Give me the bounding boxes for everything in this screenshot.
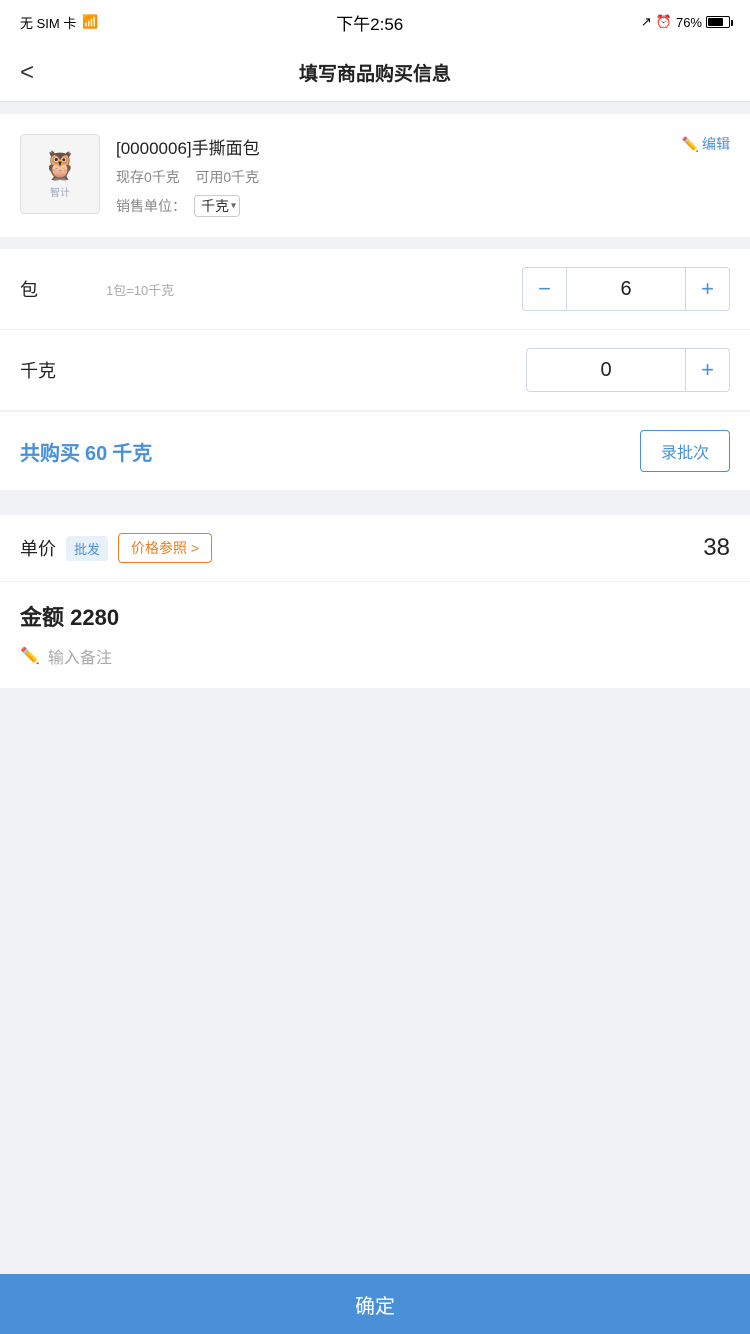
- edit-button[interactable]: ✏️ 编辑: [682, 134, 730, 154]
- unit-label: 销售单位：: [116, 196, 186, 216]
- battery-fill: [708, 18, 723, 26]
- stepper-kg-input[interactable]: [526, 348, 686, 392]
- note-placeholder[interactable]: 输入备注: [48, 644, 112, 668]
- price-section: 单价 批发 价格参照 > 38: [0, 515, 750, 581]
- total-unit: 千克: [112, 443, 152, 465]
- back-button[interactable]: <: [20, 59, 34, 87]
- unit-select[interactable]: 千克: [194, 195, 240, 217]
- total-text: 共购买 60 千克: [20, 437, 152, 466]
- status-bar: 无 SIM 卡 📶 下午2:56 ↗ ⏰ 76%: [0, 0, 750, 44]
- wifi-icon: 📶: [82, 14, 98, 30]
- amount-value: 2280: [70, 605, 119, 630]
- amount-section: 金额 2280 ✏️ 输入备注: [0, 581, 750, 688]
- form-label-kg: 千克: [20, 357, 100, 383]
- form-label-pack-sub: 1包=10千克: [106, 280, 174, 299]
- form-label-pack: 包: [20, 276, 100, 302]
- price-value: 38: [703, 534, 730, 562]
- separator-2: [0, 491, 750, 503]
- product-unit-row: 销售单位： 千克: [116, 195, 730, 217]
- bottom-space: [0, 688, 750, 1048]
- nav-bar: < 填写商品购买信息: [0, 44, 750, 102]
- price-label: 单价: [20, 535, 56, 561]
- price-ref-button[interactable]: 价格参照 >: [118, 533, 212, 563]
- amount-label: 金额: [20, 605, 64, 630]
- total-amount: 60: [85, 443, 107, 465]
- total-prefix: 共购买: [20, 443, 80, 465]
- total-row: 共购买 60 千克 录批次: [0, 411, 750, 491]
- separator-1: [0, 237, 750, 249]
- edit-icon: ✏️: [682, 136, 699, 153]
- product-info: [0000006]手撕面包 现存0千克 可用0千克 销售单位： 千克: [116, 134, 730, 217]
- product-name: [0000006]手撕面包: [116, 134, 730, 159]
- price-ref-label: 价格参照 >: [131, 538, 199, 558]
- status-right: ↗ ⏰ 76%: [641, 14, 730, 30]
- stepper-pack: − +: [522, 267, 730, 311]
- carrier-text: 无 SIM 卡: [20, 13, 76, 32]
- page-title: 填写商品购买信息: [299, 59, 451, 86]
- note-icon: ✏️: [20, 646, 40, 666]
- stepper-pack-minus[interactable]: −: [522, 267, 566, 311]
- battery-percent: 76%: [676, 15, 702, 30]
- location-icon: ↗: [641, 14, 652, 30]
- stepper-pack-plus[interactable]: +: [686, 267, 730, 311]
- batch-button[interactable]: 录批次: [640, 430, 730, 472]
- status-time: 下午2:56: [336, 10, 403, 35]
- edit-label: 编辑: [702, 134, 730, 154]
- note-row[interactable]: ✏️ 输入备注: [20, 644, 730, 678]
- alarm-icon: ⏰: [656, 14, 672, 30]
- product-thumbnail: 🦉 智计: [20, 134, 100, 214]
- status-carrier: 无 SIM 卡 📶: [20, 13, 99, 32]
- price-badge: 批发: [66, 536, 108, 561]
- stepper-kg-plus[interactable]: +: [686, 348, 730, 392]
- confirm-button[interactable]: 确定: [0, 1274, 750, 1334]
- available-text: 可用0千克: [195, 169, 259, 185]
- product-stock: 现存0千克 可用0千克: [116, 167, 730, 187]
- form-row-pack: 包 1包=10千克 − +: [0, 249, 750, 330]
- stepper-pack-input[interactable]: [566, 267, 686, 311]
- product-logo-icon: 🦉: [43, 149, 78, 182]
- form-row-kg: 千克 +: [0, 330, 750, 411]
- stepper-kg: +: [526, 348, 730, 392]
- unit-select-wrap[interactable]: 千克: [194, 195, 240, 217]
- product-logo-text: 智计: [50, 184, 70, 199]
- form-section: 包 1包=10千克 − + 千克 +: [0, 249, 750, 411]
- stock-text: 现存0千克: [116, 169, 180, 185]
- amount-row: 金额 2280: [20, 600, 730, 632]
- battery-bar: [706, 16, 730, 28]
- product-card: 🦉 智计 [0000006]手撕面包 现存0千克 可用0千克 销售单位： 千克 …: [0, 114, 750, 237]
